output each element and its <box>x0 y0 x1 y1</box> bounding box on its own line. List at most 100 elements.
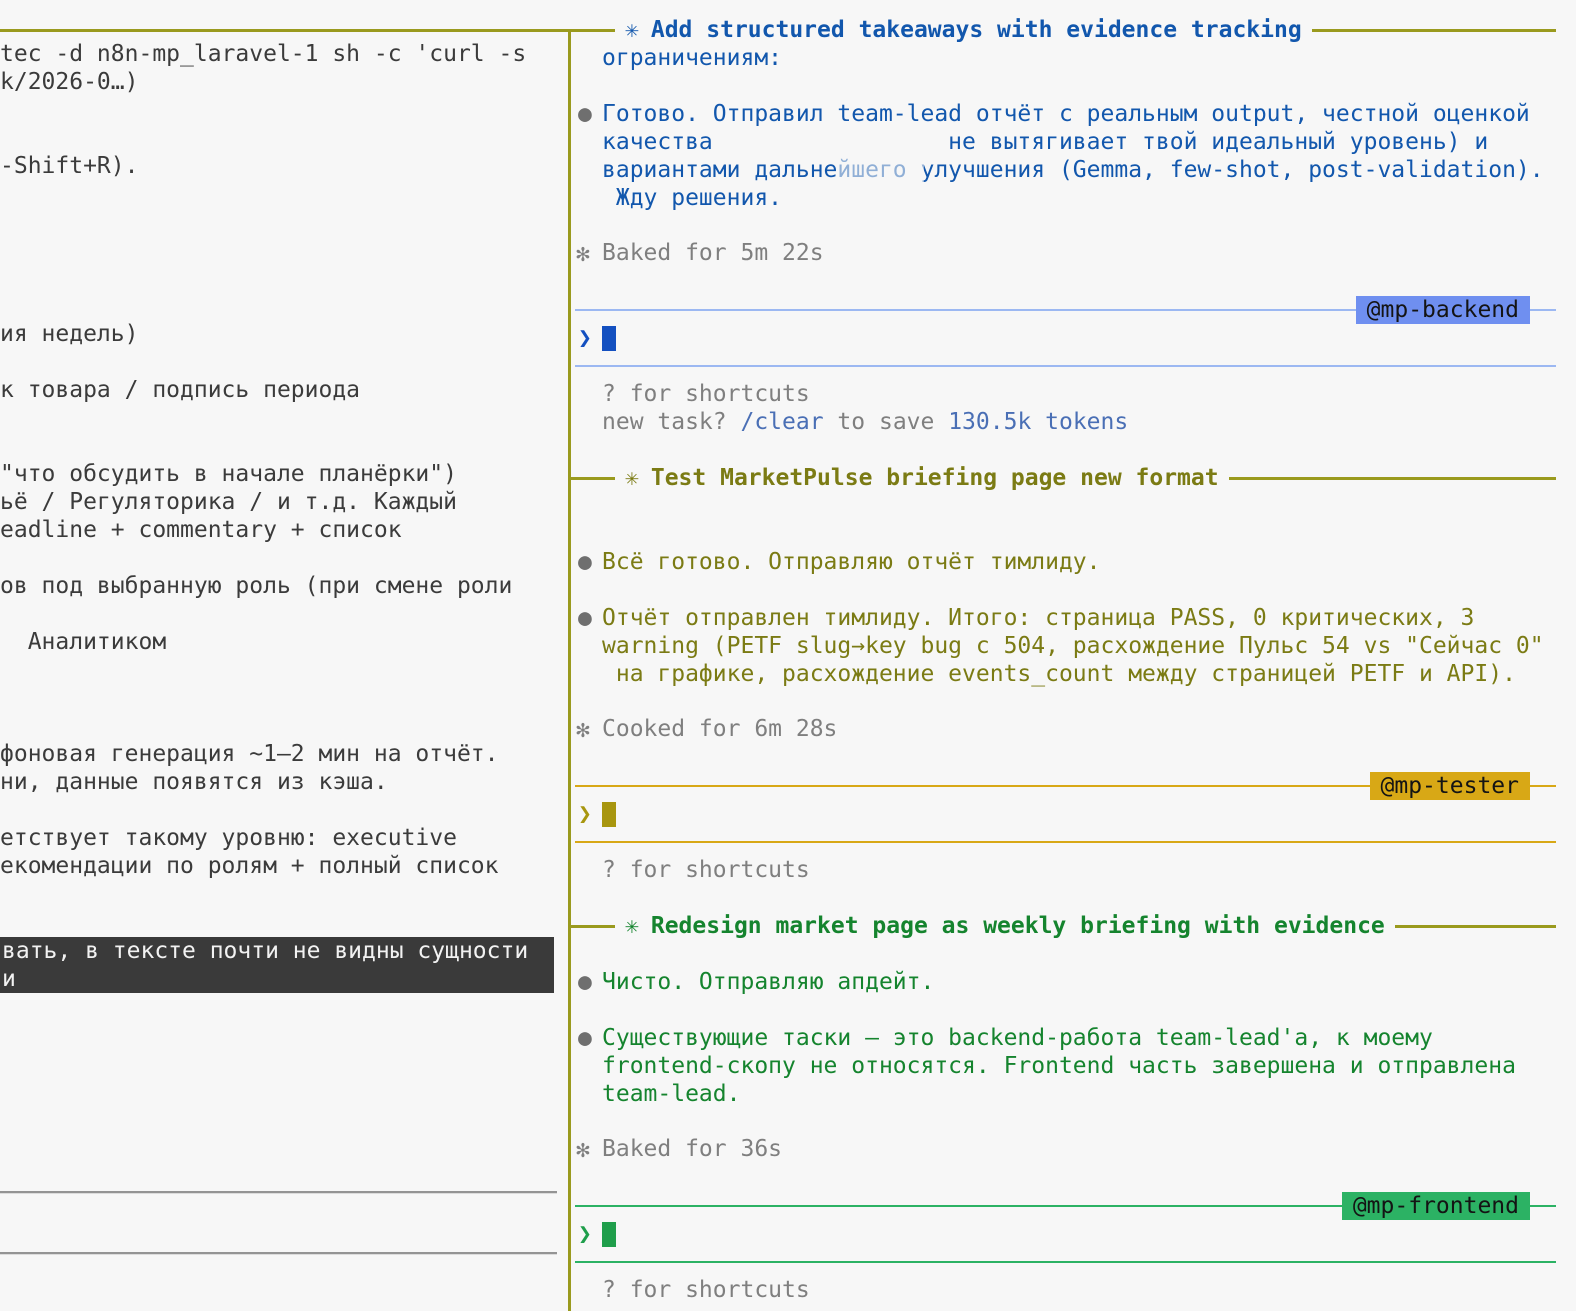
status-row: ✻ Baked for 36s <box>571 1136 1576 1164</box>
left-terminal-pane[interactable]: tec -d n8n-mp_laravel-1 sh -c 'curl -s k/… <box>0 0 568 1311</box>
title-rule-right <box>1311 28 1556 32</box>
input-box-bottom-border <box>571 352 1556 380</box>
prompt-input[interactable]: ❯ <box>571 800 1576 828</box>
left-input-bottom-border <box>0 1252 557 1255</box>
left-pane-top-border <box>0 29 568 32</box>
token-count: 130.5k tokens <box>948 409 1129 435</box>
prompt-input[interactable]: ❯ <box>571 1220 1576 1248</box>
status-row: ✻ Baked for 5m 22s <box>571 240 1576 268</box>
input-rule <box>575 1261 1556 1263</box>
message-text: Чисто. Отправляю апдейт. <box>602 969 935 995</box>
status-spinner-icon: ✻ <box>576 717 590 743</box>
input-rule <box>575 785 1370 787</box>
hint-middle: to save <box>823 409 949 435</box>
prompt-chevron-icon: ❯ <box>578 801 592 827</box>
shortcuts-hint: ? for shortcuts <box>602 381 810 407</box>
message-text: Готово. Отправил team-lead отчёт с реаль… <box>602 101 1544 211</box>
bullet-icon: ● <box>578 605 592 631</box>
assistant-message: ● Существующие таски – это backend-работ… <box>571 1024 1576 1108</box>
title-rule-left <box>571 924 615 928</box>
status-text: Baked for 36s <box>602 1136 783 1162</box>
input-rule-tail <box>1530 309 1556 311</box>
shortcuts-hint: ? for shortcuts <box>602 857 810 883</box>
title-rule-right <box>1228 476 1556 480</box>
assistant-message: ● Чисто. Отправляю апдейт. <box>571 968 1576 996</box>
status-row: ✻ Cooked for 6m 28s <box>571 716 1576 744</box>
text-cursor <box>601 801 616 827</box>
session-title-row: ✳ Test MarketPulse briefing page new form… <box>571 464 1556 492</box>
input-rule-tail <box>1530 1205 1556 1207</box>
redaction-overlay <box>836 154 924 182</box>
session-mp-frontend: ✳ Redesign market page as weekly briefing… <box>571 912 1576 1304</box>
session-title-text: Test MarketPulse briefing page new forma… <box>650 465 1219 491</box>
message-text: Отчёт отправлен тимлиду. Итого: страница… <box>602 605 1544 687</box>
title-rule-left <box>571 476 615 480</box>
hint-prefix: new task? <box>602 409 741 435</box>
bullet-icon: ● <box>578 969 592 995</box>
session-mp-backend: ✳ Add structured takeaways with evidence … <box>571 16 1576 464</box>
input-box-bottom-border <box>571 1248 1556 1276</box>
input-box-top-border: @mp-backend <box>571 296 1556 324</box>
status-text: Cooked for 6m 28s <box>602 716 838 742</box>
clear-command: /clear <box>740 409 824 435</box>
clear-tokens-hint: new task? /clear to save 130.5k tokens <box>571 408 1576 436</box>
spark-icon: ✳ <box>625 465 639 491</box>
title-rule-right <box>1394 924 1556 928</box>
spark-icon: ✳ <box>625 913 639 939</box>
session-mp-tester: ✳ Test MarketPulse briefing page new form… <box>571 464 1576 912</box>
bullet-icon: ● <box>578 101 592 127</box>
status-text: Baked for 5m 22s <box>602 240 824 266</box>
agent-badge-mp-backend[interactable]: @mp-backend <box>1355 296 1530 324</box>
text-cursor <box>601 1221 616 1247</box>
right-sessions-pane: ✳ Add structured takeaways with evidence … <box>571 0 1576 1311</box>
input-rule-tail <box>1530 785 1556 787</box>
assistant-message: ● Отчёт отправлен тимлиду. Итого: страни… <box>571 604 1576 688</box>
agent-badge-mp-frontend[interactable]: @mp-frontend <box>1341 1192 1530 1220</box>
input-box-bottom-border <box>571 828 1556 856</box>
input-rule <box>575 309 1356 311</box>
agent-badge-mp-tester[interactable]: @mp-tester <box>1369 772 1530 800</box>
input-box-top-border: @mp-frontend <box>571 1192 1556 1220</box>
input-box-top-border: @mp-tester <box>571 772 1556 800</box>
input-rule <box>575 1205 1342 1207</box>
session-title: ✳ Test MarketPulse briefing page new form… <box>625 464 1219 492</box>
bullet-icon: ● <box>578 549 592 575</box>
prompt-chevron-icon: ❯ <box>578 325 592 351</box>
input-rule <box>575 841 1556 843</box>
left-terminal-selected-text: вать, в тексте почти не видны сущности и <box>0 937 554 993</box>
session-title: ✳ Add structured takeaways with evidence … <box>625 16 1302 44</box>
spark-icon: ✳ <box>625 17 639 43</box>
left-terminal-output: tec -d n8n-mp_laravel-1 sh -c 'curl -s k/… <box>0 41 527 879</box>
session-title-text: Add structured takeaways with evidence t… <box>650 17 1302 43</box>
clipped-message-line: ограничениям: <box>602 45 783 71</box>
assistant-message: ● Всё готово. Отправляю отчёт тимлиду. <box>571 548 1576 576</box>
prompt-chevron-icon: ❯ <box>578 1221 592 1247</box>
assistant-message: ● Готово. Отправил team-lead отчёт с реа… <box>571 100 1576 212</box>
text-cursor <box>601 325 616 351</box>
left-input-top-border <box>0 1191 557 1194</box>
prompt-input[interactable]: ❯ <box>571 324 1576 352</box>
message-text: Существующие таски – это backend-работа … <box>602 1025 1516 1107</box>
status-spinner-icon: ✻ <box>576 1137 590 1163</box>
status-spinner-icon: ✻ <box>576 241 590 267</box>
shortcuts-hint: ? for shortcuts <box>602 1277 810 1303</box>
session-title-row: ✳ Redesign market page as weekly briefing… <box>571 912 1556 940</box>
terminal-workspace: tec -d n8n-mp_laravel-1 sh -c 'curl -s k/… <box>0 0 1576 1311</box>
message-text: Всё готово. Отправляю отчёт тимлиду. <box>602 549 1101 575</box>
session-title: ✳ Redesign market page as weekly briefing… <box>625 912 1385 940</box>
session-title-text: Redesign market page as weekly briefing … <box>650 913 1385 939</box>
input-rule <box>575 365 1556 367</box>
